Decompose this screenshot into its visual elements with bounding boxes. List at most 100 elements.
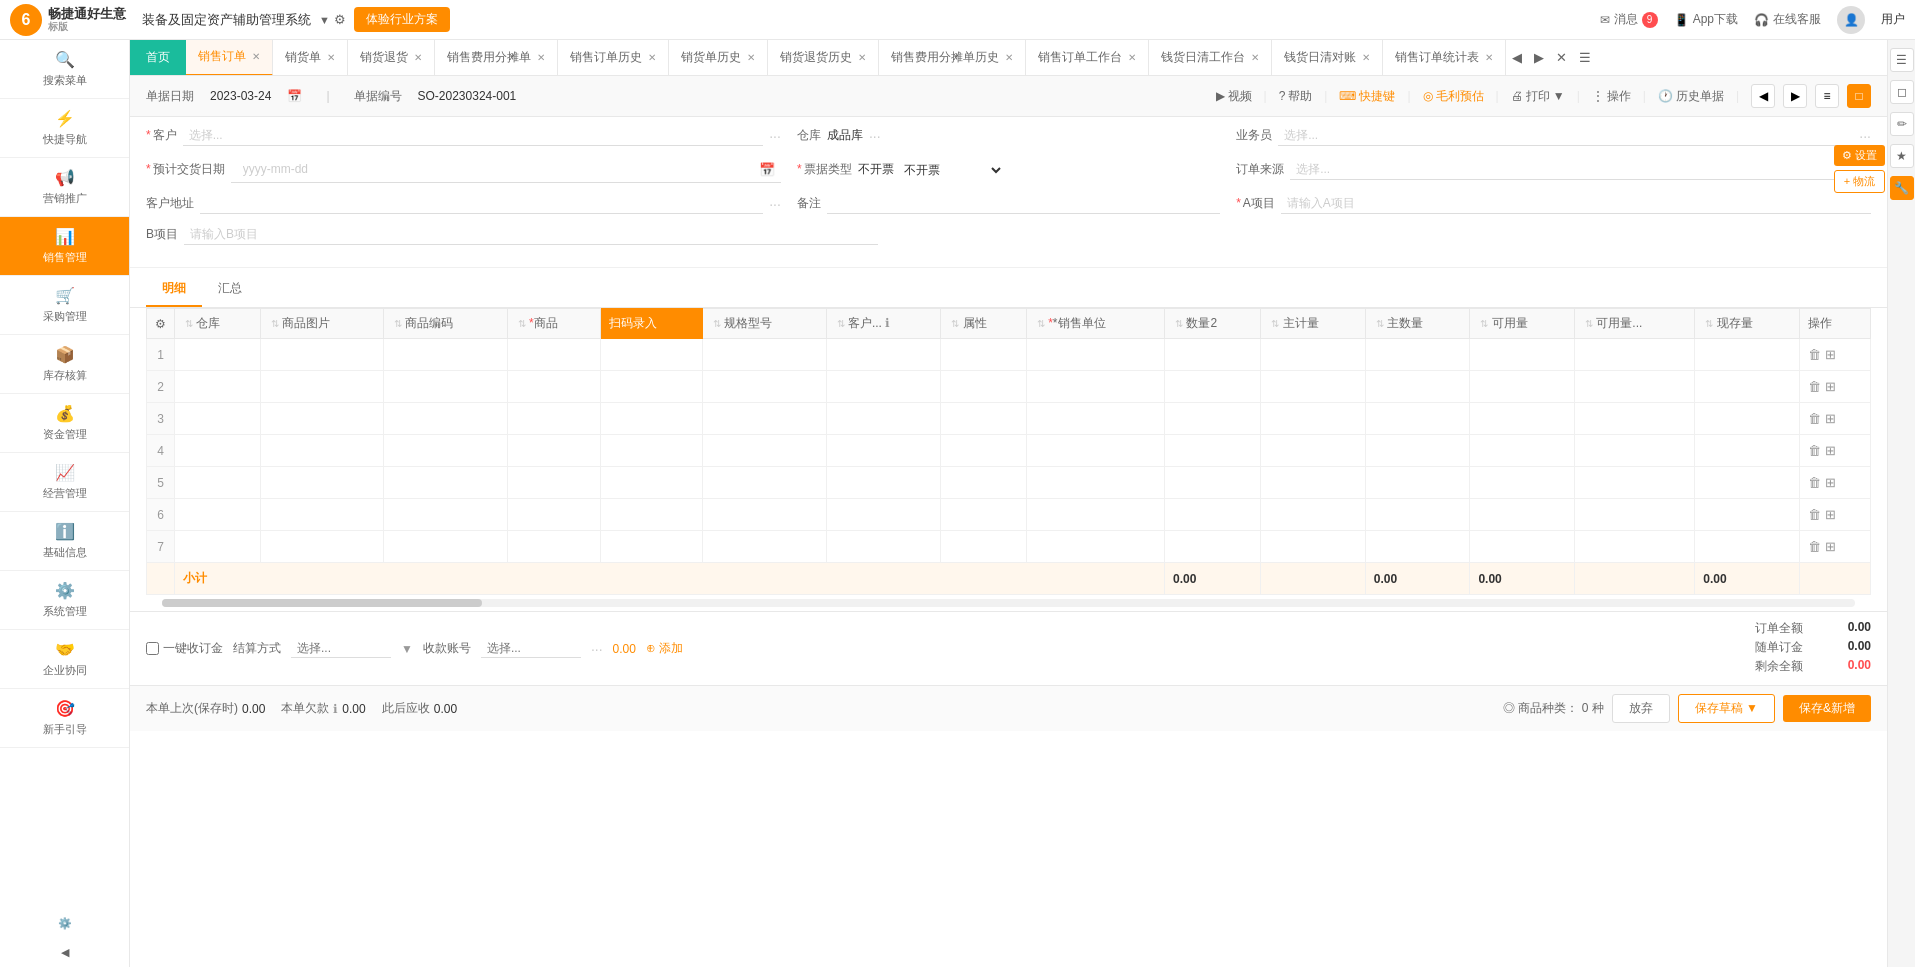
tab-daily-clear-workbench[interactable]: 钱货日清工作台 ✕ — [1149, 40, 1272, 76]
delivery-date-input[interactable]: 📅 — [231, 156, 781, 183]
row-1-main-unit[interactable] — [1261, 339, 1366, 371]
quick-setup-btn[interactable]: ⚙ 设置 — [1834, 145, 1885, 166]
row-4-copy-btn[interactable]: ⊞ — [1825, 443, 1836, 458]
tab-close-icon[interactable]: ✕ — [1362, 52, 1370, 63]
tab-close-icon[interactable]: ✕ — [1128, 52, 1136, 63]
sidebar-item-system[interactable]: ⚙️ 系统管理 — [0, 571, 129, 630]
operate-btn[interactable]: ⋮ 操作 — [1592, 88, 1631, 105]
right-panel-btn-4[interactable]: ★ — [1890, 144, 1914, 168]
sidebar-item-info[interactable]: ℹ️ 基础信息 — [0, 512, 129, 571]
tab-close-icon[interactable]: ✕ — [1251, 52, 1259, 63]
tab-workbench[interactable]: 销售订单工作台 ✕ — [1026, 40, 1149, 76]
customer-input[interactable] — [183, 125, 764, 146]
bulk-confirm-check[interactable] — [146, 642, 159, 655]
tab-sales-stats[interactable]: 销售订单统计表 ✕ — [1383, 40, 1506, 76]
row-1-available2[interactable] — [1574, 339, 1694, 371]
tab-close-icon[interactable]: ✕ — [252, 51, 260, 62]
calendar-icon[interactable]: 📅 — [759, 162, 775, 177]
row-5-copy-btn[interactable]: ⊞ — [1825, 475, 1836, 490]
row-1-customer-code[interactable] — [826, 339, 941, 371]
online-service-btn[interactable]: 🎧 在线客服 — [1754, 11, 1821, 28]
tab-next-btn[interactable]: ▶ — [1528, 40, 1550, 76]
col-settings[interactable]: ⚙ — [147, 309, 175, 339]
payment-dropdown-icon[interactable]: ▼ — [401, 642, 413, 656]
save-new-btn[interactable]: 保存&新增 — [1783, 695, 1871, 722]
right-panel-btn-3[interactable]: ✏ — [1890, 112, 1914, 136]
tab-order-history[interactable]: 销售订单历史 ✕ — [558, 40, 669, 76]
row-2-warehouse[interactable] — [175, 371, 261, 403]
salesperson-input[interactable] — [1278, 125, 1853, 146]
view-video-btn[interactable]: ▶ 视频 — [1216, 88, 1252, 105]
sidebar-collapse-btn[interactable]: ◀ — [0, 938, 129, 967]
tab-close-icon[interactable]: ✕ — [414, 52, 422, 63]
discard-btn[interactable]: 放弃 — [1612, 694, 1670, 723]
history-btn[interactable]: 🕐 历史单据 — [1658, 88, 1724, 105]
list-view-btn[interactable]: ≡ — [1815, 84, 1839, 108]
row-1-spec[interactable] — [703, 339, 826, 371]
calendar-icon[interactable]: 📅 — [287, 89, 302, 103]
app-download-btn[interactable]: 📱 App下载 — [1674, 11, 1738, 28]
sidebar-settings-btn[interactable]: ⚙️ — [0, 909, 129, 938]
row-1-unit[interactable] — [1026, 339, 1164, 371]
payment-method-input[interactable] — [291, 639, 391, 658]
sidebar-item-operations[interactable]: 📈 经营管理 — [0, 453, 129, 512]
address-more-btn[interactable]: ··· — [769, 196, 781, 212]
row-5-delete-btn[interactable]: 🗑 — [1808, 475, 1821, 490]
sidebar-item-quicknav[interactable]: ⚡ 快捷导航 — [0, 99, 129, 158]
tab-home[interactable]: 首页 — [130, 40, 186, 76]
delivery-date-text[interactable] — [237, 159, 755, 179]
right-panel-btn-5[interactable]: 🔧 — [1890, 176, 1914, 200]
row-7-delete-btn[interactable]: 🗑 — [1808, 539, 1821, 554]
receipt-more-btn[interactable]: ··· — [591, 641, 603, 657]
table-scrollbar-track[interactable] — [162, 599, 1855, 607]
sidebar-item-sales[interactable]: 📊 销售管理 — [0, 217, 129, 276]
row-6-copy-btn[interactable]: ⊞ — [1825, 507, 1836, 522]
add-logistics-btn[interactable]: + 物流 — [1834, 170, 1885, 193]
sidebar-item-collab[interactable]: 🤝 企业协同 — [0, 630, 129, 689]
a-project-input[interactable] — [1281, 193, 1871, 214]
shortcut-btn[interactable]: ⌨ 快捷键 — [1339, 88, 1395, 105]
tab-close-icon[interactable]: ✕ — [648, 52, 656, 63]
grid-view-btn[interactable]: □ — [1847, 84, 1871, 108]
row-1-copy-btn[interactable]: ⊞ — [1825, 347, 1836, 362]
sidebar-item-guide[interactable]: 🎯 新手引导 — [0, 689, 129, 748]
sidebar-item-finance[interactable]: 💰 资金管理 — [0, 394, 129, 453]
row-2-delete-btn[interactable]: 🗑 — [1808, 379, 1821, 394]
right-panel-btn-2[interactable]: ◻ — [1890, 80, 1914, 104]
row-1-product[interactable] — [507, 339, 600, 371]
bulk-confirm-checkbox[interactable]: 一键收订金 — [146, 640, 223, 657]
invoice-select[interactable]: 不开票 增值税普通发票 增值税专用发票 — [900, 162, 1004, 178]
tab-sales-order[interactable]: 销售订单 ✕ — [186, 40, 273, 76]
remarks-input[interactable] — [827, 193, 1220, 214]
row-6-delete-btn[interactable]: 🗑 — [1808, 507, 1821, 522]
row-3-delete-btn[interactable]: 🗑 — [1808, 411, 1821, 426]
receipt-account-input[interactable] — [481, 639, 581, 658]
tab-goods-history[interactable]: 销货单历史 ✕ — [669, 40, 768, 76]
tab-sales-expense[interactable]: 销售费用分摊单 ✕ — [435, 40, 558, 76]
settings-gear-btn[interactable]: ⚙ — [334, 12, 346, 27]
tab-close-icon[interactable]: ✕ — [327, 52, 335, 63]
row-2-copy-btn[interactable]: ⊞ — [1825, 379, 1836, 394]
discount-info-icon[interactable]: ℹ — [333, 702, 338, 716]
row-7-copy-btn[interactable]: ⊞ — [1825, 539, 1836, 554]
row-1-warehouse[interactable] — [175, 339, 261, 371]
system-dropdown-btn[interactable]: ▼ — [319, 14, 330, 26]
table-scrollbar-thumb[interactable] — [162, 599, 482, 607]
tab-daily-clear-account[interactable]: 钱货日清对账 ✕ — [1272, 40, 1383, 76]
tab-expense-history[interactable]: 销售费用分摊单历史 ✕ — [879, 40, 1026, 76]
tab-menu-btn[interactable]: ☰ — [1573, 40, 1597, 76]
tab-prev-btn[interactable]: ◀ — [1506, 40, 1528, 76]
save-draft-btn[interactable]: 保存草稿 ▼ — [1678, 694, 1775, 723]
order-source-input[interactable] — [1290, 159, 1871, 180]
row-1-code[interactable] — [384, 339, 507, 371]
row-1-image[interactable] — [260, 339, 383, 371]
detail-tab-mingxi[interactable]: 明细 — [146, 272, 202, 307]
tab-close-all-btn[interactable]: ✕ — [1550, 40, 1573, 76]
help-btn[interactable]: ? 帮助 — [1279, 88, 1313, 105]
industry-btn[interactable]: 体验行业方案 — [354, 7, 450, 32]
prev-record-btn[interactable]: ◀ — [1751, 84, 1775, 108]
row-1-scan[interactable] — [600, 339, 702, 371]
next-record-btn[interactable]: ▶ — [1783, 84, 1807, 108]
tab-close-icon[interactable]: ✕ — [537, 52, 545, 63]
row-1-qty2[interactable] — [1165, 339, 1261, 371]
